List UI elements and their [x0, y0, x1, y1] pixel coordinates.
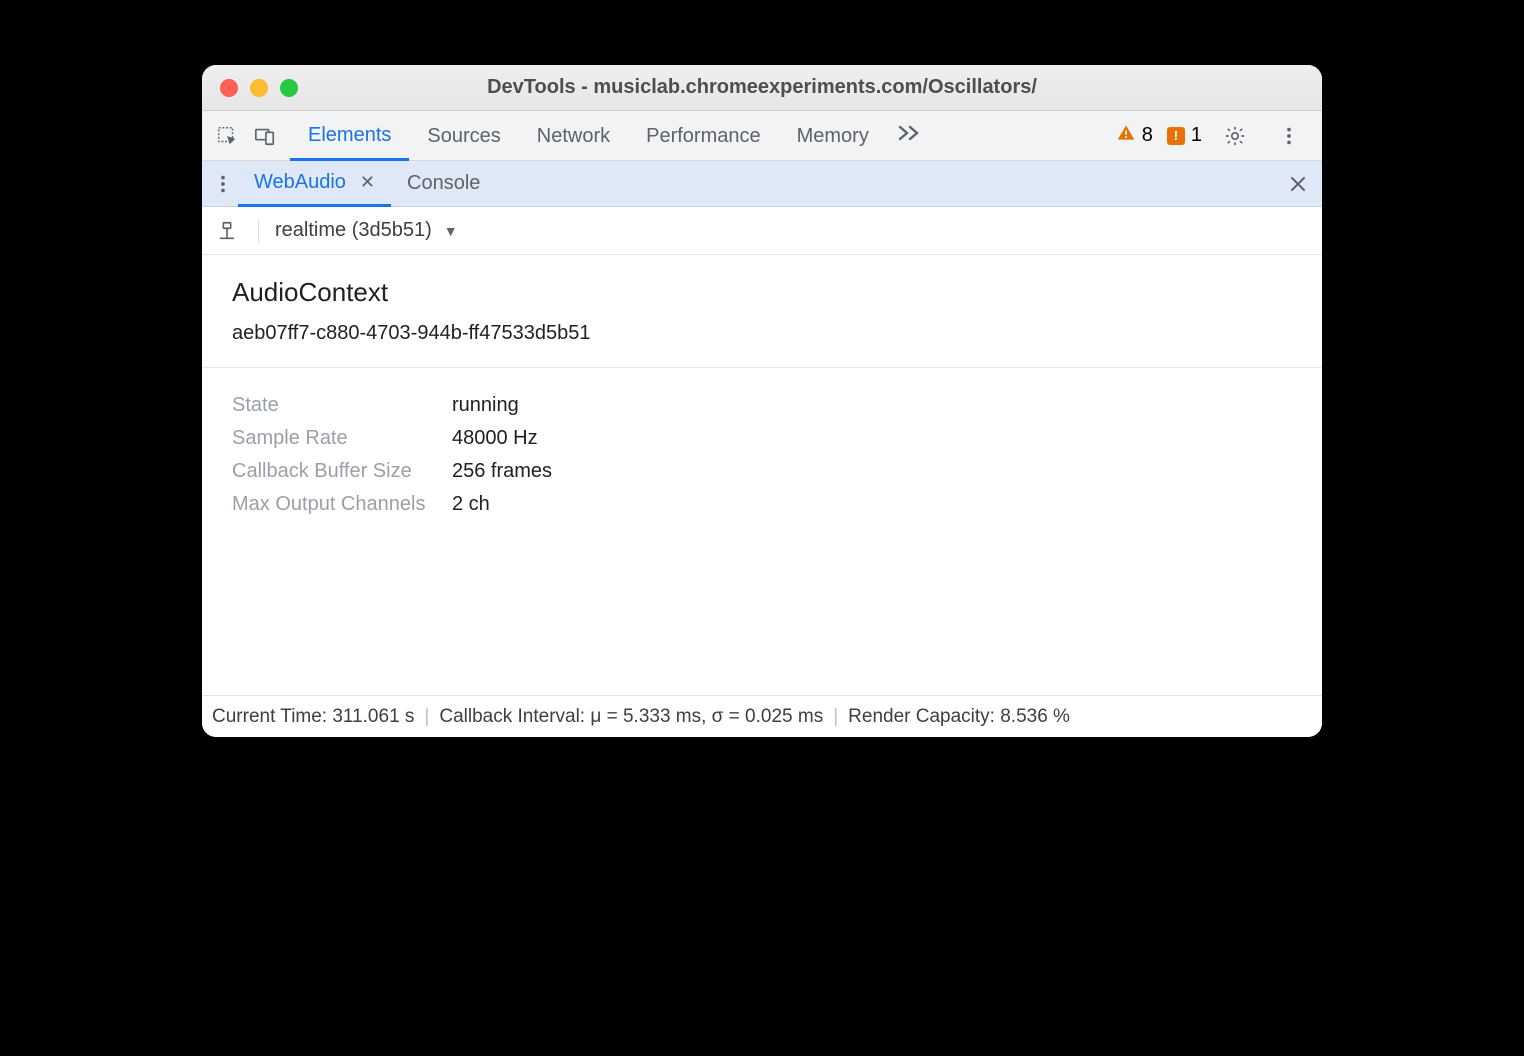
chevron-down-icon: ▼	[444, 223, 458, 239]
prop-channels-value: 2 ch	[452, 493, 1292, 516]
device-toolbar-icon[interactable]	[246, 117, 284, 155]
close-window-button[interactable]	[220, 79, 238, 97]
drawer-tab-webaudio-label: WebAudio	[254, 171, 346, 194]
status-render-capacity: Render Capacity: 8.536 %	[848, 706, 1070, 728]
warnings-counter[interactable]: 8	[1116, 123, 1153, 149]
main-toolbar: Elements Sources Network Performance Mem…	[202, 111, 1322, 161]
settings-icon[interactable]	[1216, 117, 1254, 155]
errors-count: 1	[1191, 124, 1202, 147]
status-bar: Current Time: 311.061 s | Callback Inter…	[202, 695, 1322, 737]
context-toolbar: realtime (3d5b51) ▼	[202, 207, 1322, 255]
status-current-time: Current Time: 311.061 s	[212, 706, 414, 728]
prop-buffer-value: 256 frames	[452, 460, 1292, 483]
drawer-more-icon[interactable]	[208, 165, 238, 203]
close-webaudio-icon[interactable]: ✕	[360, 172, 375, 193]
divider	[202, 367, 1322, 368]
drawer-tab-console-label: Console	[407, 172, 480, 195]
context-properties: State running Sample Rate 48000 Hz Callb…	[232, 394, 1292, 516]
inspect-element-icon[interactable]	[208, 117, 246, 155]
error-icon: !	[1167, 127, 1185, 145]
errors-counter[interactable]: ! 1	[1167, 124, 1202, 147]
context-title: AudioContext	[232, 277, 1292, 308]
prop-state-value: running	[452, 394, 1292, 417]
warning-icon	[1116, 123, 1136, 149]
tab-sources[interactable]: Sources	[409, 112, 518, 160]
status-callback-interval: Callback Interval: μ = 5.333 ms, σ = 0.0…	[439, 706, 823, 728]
window-title: DevTools - musiclab.chromeexperiments.co…	[487, 76, 1037, 99]
close-drawer-icon[interactable]	[1280, 166, 1316, 202]
prop-channels-label: Max Output Channels	[232, 493, 452, 516]
tab-performance[interactable]: Performance	[628, 112, 779, 160]
more-options-icon[interactable]	[1270, 117, 1308, 155]
prop-buffer-label: Callback Buffer Size	[232, 460, 452, 483]
maximize-window-button[interactable]	[280, 79, 298, 97]
issue-counters: 8 ! 1	[1116, 123, 1202, 149]
divider	[258, 219, 259, 243]
prop-sample-rate-value: 48000 Hz	[452, 427, 1292, 450]
titlebar: DevTools - musiclab.chromeexperiments.co…	[202, 65, 1322, 111]
drawer-tab-webaudio[interactable]: WebAudio ✕	[238, 161, 391, 207]
tab-network[interactable]: Network	[519, 112, 628, 160]
context-selector-label: realtime (3d5b51)	[275, 219, 432, 242]
garbage-collect-icon[interactable]	[212, 220, 242, 242]
drawer-tab-console[interactable]: Console	[391, 161, 496, 207]
tab-elements[interactable]: Elements	[290, 111, 409, 161]
webaudio-panel: AudioContext aeb07ff7-c880-4703-944b-ff4…	[202, 255, 1322, 695]
warnings-count: 8	[1142, 124, 1153, 147]
minimize-window-button[interactable]	[250, 79, 268, 97]
devtools-window: DevTools - musiclab.chromeexperiments.co…	[202, 65, 1322, 737]
window-controls	[202, 79, 298, 97]
prop-sample-rate-label: Sample Rate	[232, 427, 452, 450]
divider: |	[424, 706, 429, 728]
context-selector[interactable]: realtime (3d5b51) ▼	[275, 219, 458, 242]
tab-memory[interactable]: Memory	[779, 112, 887, 160]
prop-state-label: State	[232, 394, 452, 417]
context-uuid: aeb07ff7-c880-4703-944b-ff47533d5b51	[232, 322, 1292, 367]
drawer-toolbar: WebAudio ✕ Console	[202, 161, 1322, 207]
main-tabs: Elements Sources Network Performance Mem…	[290, 111, 933, 161]
more-tabs-icon[interactable]	[887, 123, 933, 148]
divider: |	[833, 706, 838, 728]
